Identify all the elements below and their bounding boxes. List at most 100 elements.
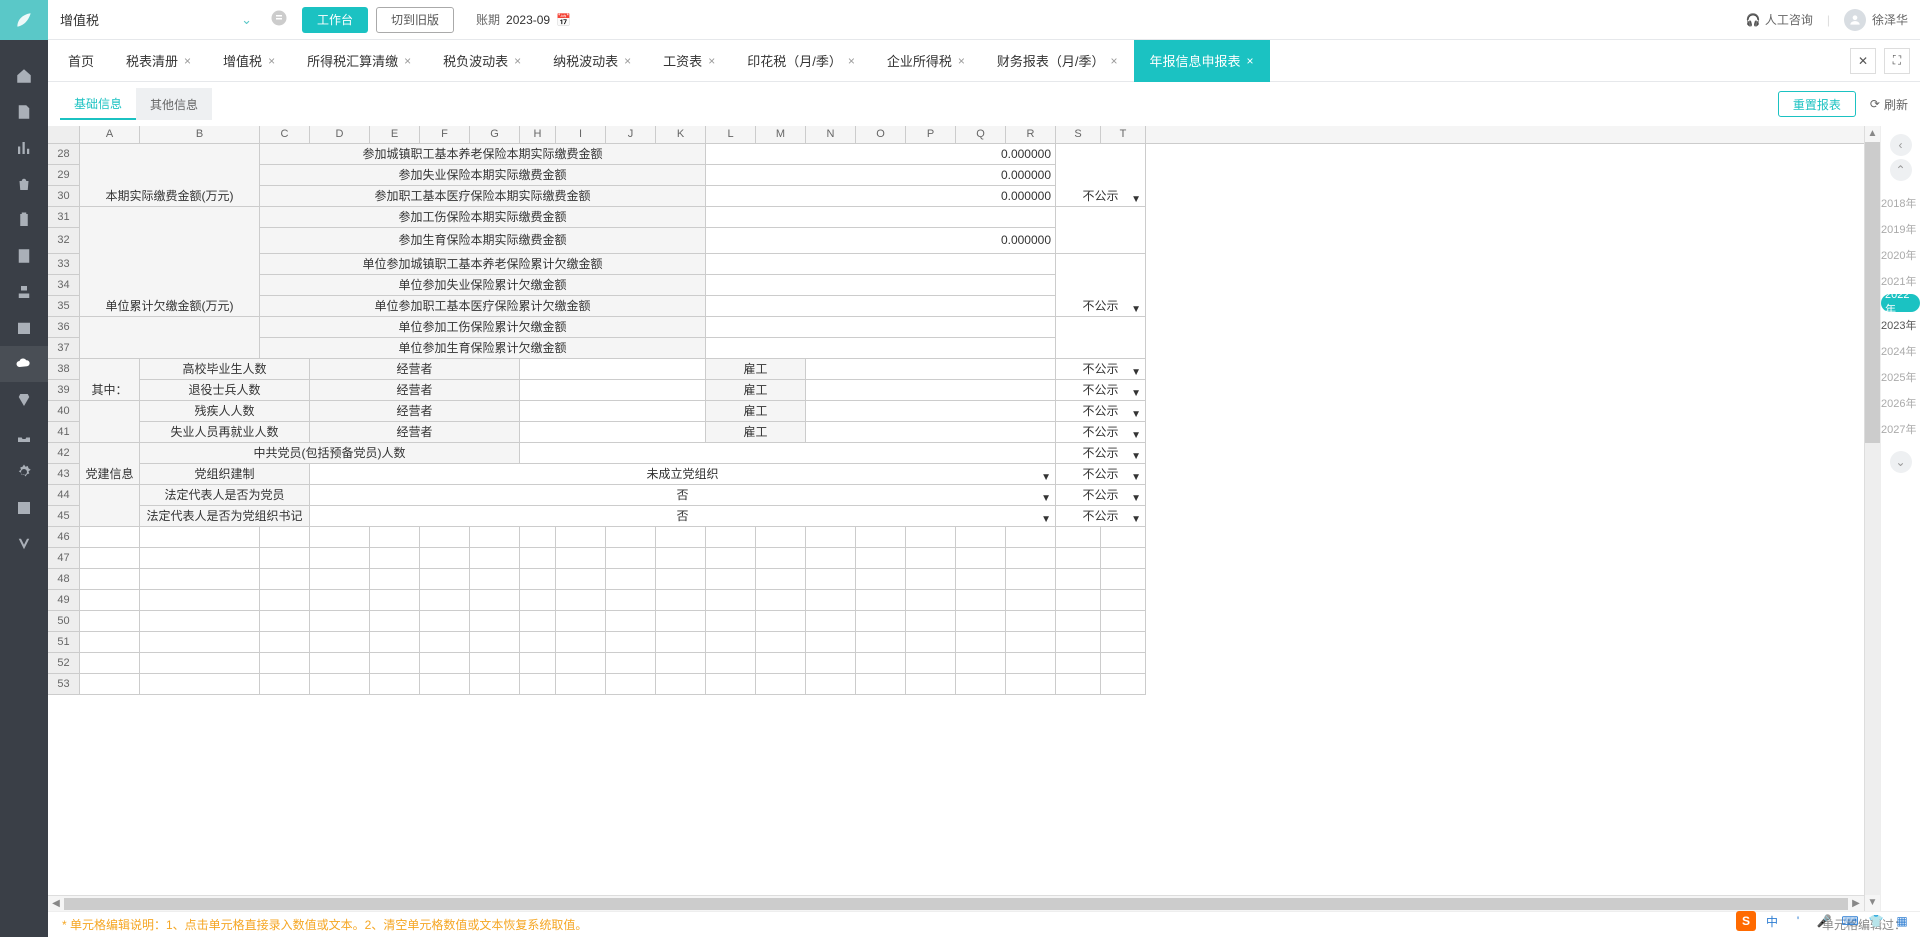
value-cell[interactable]: 0.000000	[706, 228, 1056, 254]
empty-cell[interactable]	[806, 674, 856, 695]
empty-cell[interactable]	[260, 548, 310, 569]
empty-cell[interactable]	[656, 653, 706, 674]
close-icon[interactable]: ×	[848, 54, 855, 68]
empty-cell[interactable]	[1006, 632, 1056, 653]
empty-cell[interactable]	[470, 527, 520, 548]
empty-cell[interactable]	[140, 548, 260, 569]
empty-cell[interactable]	[656, 548, 706, 569]
empty-cell[interactable]	[906, 548, 956, 569]
tab-10[interactable]: 年报信息申报表×	[1134, 40, 1270, 82]
empty-cell[interactable]	[956, 548, 1006, 569]
period-value[interactable]: 2023-09	[506, 13, 550, 27]
year-2026年[interactable]: 2026年	[1881, 390, 1920, 416]
empty-cell[interactable]	[806, 569, 856, 590]
nav-gear-icon[interactable]	[0, 454, 48, 490]
col-header-J[interactable]: J	[606, 126, 656, 143]
empty-cell[interactable]	[80, 674, 140, 695]
empty-cell[interactable]	[1101, 569, 1146, 590]
empty-cell[interactable]	[1101, 632, 1146, 653]
col-header-E[interactable]: E	[370, 126, 420, 143]
empty-cell[interactable]	[956, 569, 1006, 590]
display-select[interactable]: 不公示▼	[1056, 422, 1146, 443]
display-select[interactable]: 不公示▼	[1056, 485, 1146, 506]
row-number[interactable]: 42	[48, 443, 80, 464]
empty-cell[interactable]	[370, 590, 420, 611]
value-cell[interactable]	[806, 359, 1056, 380]
close-icon[interactable]: ×	[1247, 54, 1254, 68]
empty-cell[interactable]	[1006, 674, 1056, 695]
close-icon[interactable]: ×	[624, 54, 631, 68]
empty-cell[interactable]	[656, 632, 706, 653]
empty-cell[interactable]	[420, 611, 470, 632]
empty-cell[interactable]	[140, 611, 260, 632]
empty-cell[interactable]	[1006, 590, 1056, 611]
empty-cell[interactable]	[370, 674, 420, 695]
value-cell[interactable]	[706, 275, 1056, 296]
col-header-I[interactable]: I	[556, 126, 606, 143]
empty-cell[interactable]	[756, 611, 806, 632]
value-cell[interactable]	[706, 338, 1056, 359]
empty-cell[interactable]	[520, 653, 556, 674]
empty-cell[interactable]	[856, 653, 906, 674]
empty-cell[interactable]	[556, 548, 606, 569]
empty-cell[interactable]	[140, 590, 260, 611]
close-icon[interactable]: ×	[268, 54, 275, 68]
display-select[interactable]: 不公示▼	[1056, 401, 1146, 422]
year-2024年[interactable]: 2024年	[1881, 338, 1920, 364]
calendar-icon[interactable]: 📅	[556, 13, 571, 27]
empty-cell[interactable]	[520, 590, 556, 611]
col-header-S[interactable]: S	[1056, 126, 1101, 143]
tab-2[interactable]: 增值税×	[207, 40, 291, 82]
empty-cell[interactable]	[1056, 653, 1101, 674]
empty-cell[interactable]	[1056, 548, 1101, 569]
empty-cell[interactable]	[556, 527, 606, 548]
empty-cell[interactable]	[906, 569, 956, 590]
nav-cloud-icon[interactable]	[0, 346, 48, 382]
empty-cell[interactable]	[1006, 653, 1056, 674]
nav-recycle-icon[interactable]	[0, 382, 48, 418]
empty-cell[interactable]	[310, 653, 370, 674]
note-icon[interactable]	[270, 9, 288, 30]
empty-cell[interactable]	[1056, 632, 1101, 653]
value-cell[interactable]	[520, 380, 706, 401]
empty-cell[interactable]	[906, 632, 956, 653]
empty-cell[interactable]	[706, 569, 756, 590]
dropdown-icon[interactable]: ▼	[1131, 489, 1141, 506]
dropdown-icon[interactable]: ▼	[1131, 363, 1141, 380]
close-icon[interactable]: ×	[1111, 54, 1118, 68]
horizontal-scrollbar[interactable]: ◀ ▶	[48, 895, 1864, 911]
tab-0[interactable]: 首页	[52, 40, 110, 82]
empty-cell[interactable]	[656, 527, 706, 548]
empty-cell[interactable]	[470, 653, 520, 674]
ime-mic-icon[interactable]: 🎤	[1814, 911, 1834, 931]
empty-cell[interactable]	[656, 569, 706, 590]
empty-cell[interactable]	[470, 611, 520, 632]
empty-cell[interactable]	[80, 527, 140, 548]
col-header-N[interactable]: N	[806, 126, 856, 143]
year-2019年[interactable]: 2019年	[1881, 216, 1920, 242]
empty-cell[interactable]	[1101, 527, 1146, 548]
row-number[interactable]: 35	[48, 296, 80, 317]
tab-4[interactable]: 税负波动表×	[427, 40, 537, 82]
empty-cell[interactable]	[470, 548, 520, 569]
reset-report-button[interactable]: 重置报表	[1778, 91, 1856, 117]
empty-cell[interactable]	[956, 674, 1006, 695]
empty-cell[interactable]	[806, 590, 856, 611]
close-icon[interactable]: ×	[184, 54, 191, 68]
value-cell[interactable]	[806, 422, 1056, 443]
empty-cell[interactable]	[520, 632, 556, 653]
display-select[interactable]: 不公示▼	[1056, 296, 1146, 317]
empty-cell[interactable]	[606, 632, 656, 653]
scroll-right-arrow[interactable]: ▶	[1848, 898, 1864, 909]
subtab-other-info[interactable]: 其他信息	[136, 88, 212, 120]
row-number[interactable]: 37	[48, 338, 80, 359]
close-all-tabs-button[interactable]: ✕	[1850, 48, 1876, 74]
empty-cell[interactable]	[420, 653, 470, 674]
empty-cell[interactable]	[706, 632, 756, 653]
year-2018年[interactable]: 2018年	[1881, 190, 1920, 216]
value-cell[interactable]	[520, 359, 706, 380]
dropdown-icon[interactable]: ▼	[1131, 447, 1141, 464]
empty-cell[interactable]	[806, 527, 856, 548]
nav-clipboard-icon[interactable]	[0, 202, 48, 238]
row-number[interactable]: 50	[48, 611, 80, 632]
